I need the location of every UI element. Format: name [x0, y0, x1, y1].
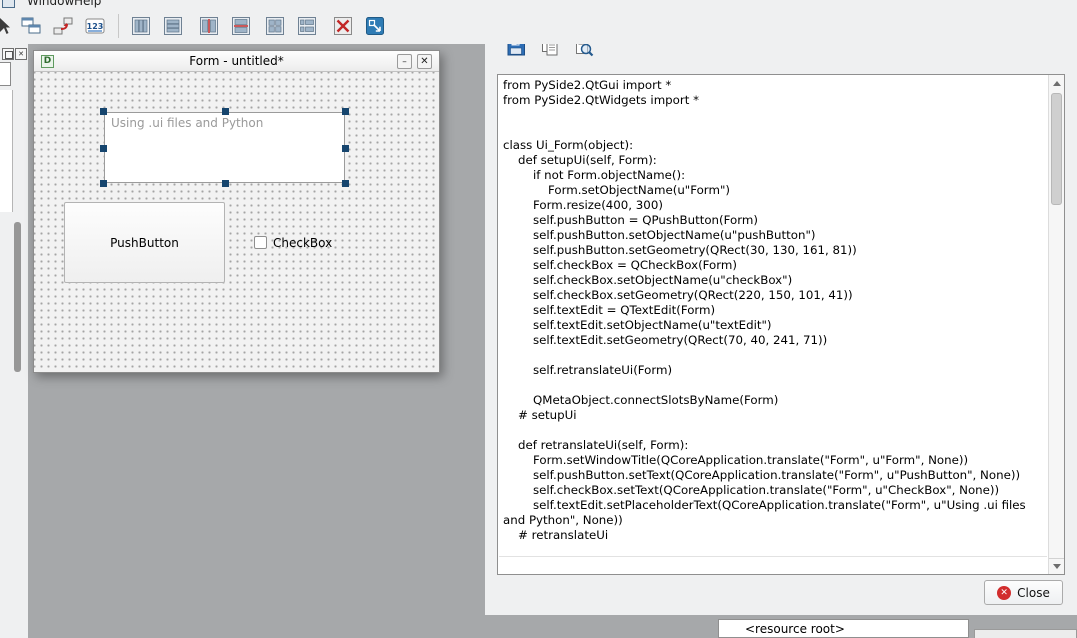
dialog-close-button[interactable]: ✕ Close	[984, 580, 1063, 605]
widget-box-dock: ✕	[0, 44, 28, 638]
scroll-down-icon[interactable]	[1049, 558, 1064, 573]
code-line: and Python", None))	[503, 513, 1046, 528]
form-editor-window: D Form - untitled* – ✕ Using .ui files a…	[33, 50, 440, 373]
selection-handle[interactable]	[100, 108, 107, 115]
code-line: Form.setObjectName(u"Form")	[503, 183, 1046, 198]
code-line: QMetaObject.connectSlotsByName(Form)	[503, 393, 1046, 408]
selection-handle[interactable]	[100, 145, 107, 152]
widget-box-filter-input[interactable]	[0, 62, 11, 86]
adjust-size-icon[interactable]	[362, 13, 388, 39]
code-line: class Ui_Form(object):	[503, 138, 1046, 153]
menubar: Window Help	[0, 0, 1077, 9]
svg-text:123: 123	[87, 22, 104, 31]
close-button-label: Close	[1017, 586, 1050, 600]
resource-root-label[interactable]: <resource root>	[745, 622, 845, 636]
code-line: self.textEdit.setPlaceholderText(QCoreAp…	[503, 498, 1046, 513]
code-line: if not Form.objectName():	[503, 168, 1046, 183]
code-line: self.pushButton = QPushButton(Form)	[503, 213, 1046, 228]
edit-tab-order-icon[interactable]: 123	[82, 13, 108, 39]
code-line: from PySide2.QtGui import *	[503, 78, 1046, 93]
checkbox-indicator[interactable]	[254, 236, 267, 249]
code-view-divider	[499, 556, 1047, 557]
code-line: self.checkBox = QCheckBox(Form)	[503, 258, 1046, 273]
code-scrollbar[interactable]	[1048, 75, 1064, 574]
dock-float-button[interactable]	[2, 48, 14, 60]
code-line: self.textEdit.setObjectName(u"textEdit")	[503, 318, 1046, 333]
code-line: self.pushButton.setText(QCoreApplication…	[503, 468, 1046, 483]
code-line: self.pushButton.setGeometry(QRect(30, 13…	[503, 243, 1046, 258]
code-line: Form.resize(400, 300)	[503, 198, 1046, 213]
code-line	[503, 108, 1046, 123]
selection-handle[interactable]	[100, 180, 107, 187]
scroll-up-icon[interactable]	[1049, 76, 1064, 91]
code-line: self.checkBox.setObjectName(u"checkBox")	[503, 273, 1046, 288]
widget-box-list[interactable]	[0, 90, 13, 212]
code-line: Form.setWindowTitle(QCoreApplication.tra…	[503, 453, 1046, 468]
menu-help[interactable]: Help	[74, 0, 101, 8]
checkbox-label: CheckBox	[273, 236, 332, 250]
code-line	[503, 378, 1046, 393]
layout-form-icon[interactable]	[294, 13, 320, 39]
app-icon	[2, 0, 15, 8]
code-line: self.checkBox.setText(QCoreApplication.t…	[503, 483, 1046, 498]
layout-vertical-icon[interactable]	[160, 13, 186, 39]
checkbox-widget[interactable]: CheckBox	[254, 222, 355, 263]
layout-grid-icon[interactable]	[262, 13, 288, 39]
code-line: def retranslateUi(self, Form):	[503, 438, 1046, 453]
form-titlebar[interactable]: D Form - untitled* – ✕	[34, 51, 439, 72]
selection-handle[interactable]	[222, 180, 229, 187]
code-line: # setupUi	[503, 408, 1046, 423]
code-line	[503, 423, 1046, 438]
edit-widgets-icon[interactable]	[0, 13, 16, 39]
code-line: self.checkBox.setGeometry(QRect(220, 150…	[503, 288, 1046, 303]
code-line	[503, 123, 1046, 138]
form-title: Form - untitled*	[34, 54, 439, 68]
toolbar-separator	[118, 14, 119, 38]
selection-handle[interactable]	[342, 145, 349, 152]
form-close-button[interactable]: ✕	[417, 54, 432, 69]
code-line: self.retranslateUi(Form)	[503, 363, 1046, 378]
code-line: from PySide2.QtWidgets import *	[503, 93, 1046, 108]
close-circle-icon: ✕	[997, 586, 1011, 600]
selection-handle[interactable]	[342, 180, 349, 187]
pushbutton-widget[interactable]: PushButton	[64, 202, 225, 283]
layout-horizontal-icon[interactable]	[128, 13, 154, 39]
textedit-widget[interactable]: Using .ui files and Python	[104, 112, 345, 183]
resource-side-panel	[974, 629, 1077, 638]
widget-box-scrollbar[interactable]	[14, 222, 21, 372]
selection-handle[interactable]	[342, 108, 349, 115]
break-layout-icon[interactable]	[330, 13, 356, 39]
resource-root-panel: <resource root>	[718, 619, 969, 638]
code-line: self.textEdit.setGeometry(QRect(70, 40, …	[503, 333, 1046, 348]
selection-handle[interactable]	[222, 108, 229, 115]
code-lines: from PySide2.QtGui import *from PySide2.…	[503, 78, 1046, 571]
main-toolbar: 123	[0, 9, 1077, 44]
layout-vertical-splitter-icon[interactable]	[228, 13, 254, 39]
code-line: def setupUi(self, Form):	[503, 153, 1046, 168]
textedit-placeholder-text: Using .ui files and Python	[105, 113, 344, 133]
edit-signals-slots-icon[interactable]	[18, 13, 44, 39]
scrollbar-thumb[interactable]	[1051, 93, 1062, 205]
menu-window[interactable]: Window	[27, 0, 74, 8]
form-canvas[interactable]: Using .ui files and Python PushButton Ch…	[34, 72, 439, 372]
code-line: self.textEdit = QTextEdit(Form)	[503, 303, 1046, 318]
code-preview-dialog: from PySide2.QtGui import *from PySide2.…	[485, 18, 1077, 615]
code-line	[503, 348, 1046, 363]
layout-horizontal-splitter-icon[interactable]	[196, 13, 222, 39]
code-line: self.pushButton.setObjectName(u"pushButt…	[503, 228, 1046, 243]
form-minimize-button[interactable]: –	[397, 54, 412, 69]
edit-buddies-icon[interactable]	[50, 13, 76, 39]
code-view[interactable]: from PySide2.QtGui import *from PySide2.…	[497, 74, 1065, 575]
dock-close-button[interactable]: ✕	[15, 48, 27, 60]
code-line: # retranslateUi	[503, 528, 1046, 543]
